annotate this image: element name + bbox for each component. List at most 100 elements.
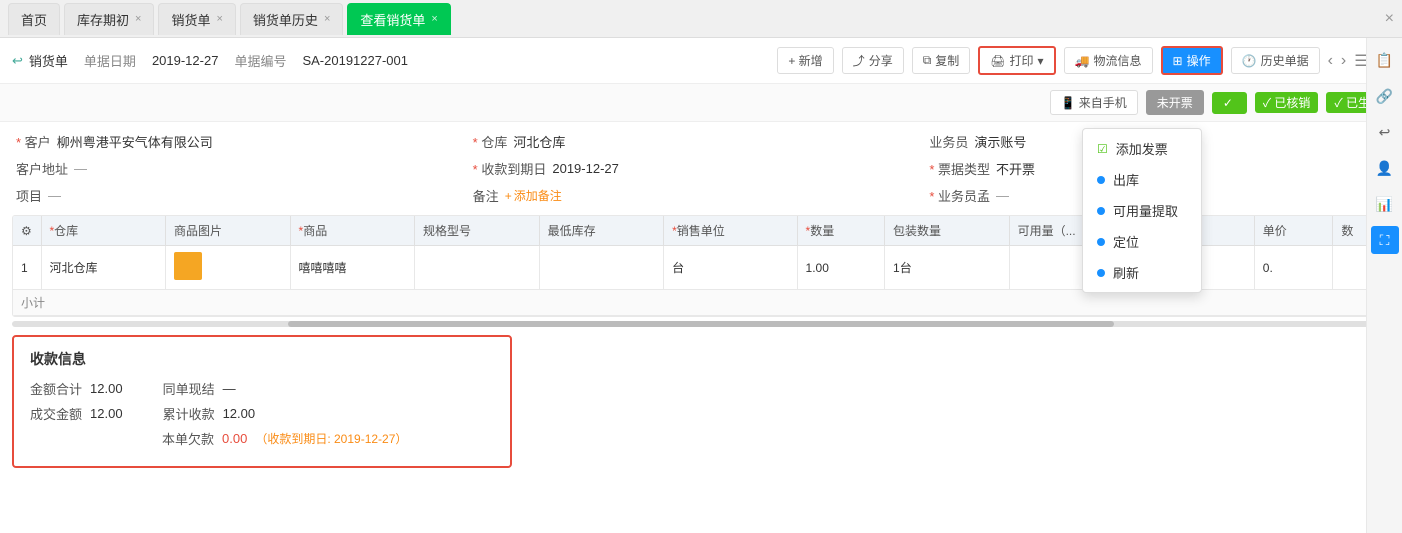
tab-inventory[interactable]: 库存期初 × bbox=[64, 3, 154, 35]
row-img bbox=[166, 246, 291, 290]
copy-button[interactable]: ⧉ 复制 bbox=[912, 47, 971, 74]
payment-row-2: 成交金额 12.00 累计收款 12.00 bbox=[30, 404, 494, 423]
row-seq: 1 bbox=[13, 246, 41, 290]
tab-inventory-close[interactable]: × bbox=[135, 13, 141, 25]
accumulated-label: 累计收款 bbox=[163, 404, 215, 423]
not-open-button[interactable]: 未开票 bbox=[1146, 90, 1204, 115]
add-invoice-label: 添加发票 bbox=[1116, 139, 1168, 158]
doc-type-label: 销货单 bbox=[29, 51, 68, 70]
row-price: 0. bbox=[1254, 246, 1333, 290]
sidebar-icon-6[interactable]: ⛶ bbox=[1371, 226, 1399, 254]
doc-meta: 单据日期 2019-12-27 单据编号 SA-20191227-001 bbox=[84, 51, 408, 70]
col-price: 单价 bbox=[1254, 216, 1333, 246]
add-note-icon: + bbox=[505, 189, 512, 203]
transaction-label: 成交金额 bbox=[30, 404, 82, 423]
amount-value: 12.00 bbox=[90, 381, 123, 396]
tab-inventory-label: 库存期初 bbox=[77, 10, 129, 29]
tab-view-sales[interactable]: 查看销货单 × bbox=[347, 3, 450, 35]
refresh-item[interactable]: 刷新 bbox=[1083, 257, 1201, 288]
subtotal-row: 小计 bbox=[13, 290, 1389, 316]
add-note-button[interactable]: + 添加备注 bbox=[505, 187, 562, 204]
payment-date-value: 2019-12-27 bbox=[552, 161, 929, 176]
from-phone-label: 来自手机 bbox=[1079, 94, 1127, 111]
tab-home[interactable]: 首页 bbox=[8, 3, 60, 35]
close-window-icon[interactable]: × bbox=[1385, 10, 1394, 28]
warehouse-value: 河北仓库 bbox=[513, 132, 929, 151]
amount-item: 金额合计 12.00 bbox=[30, 379, 123, 398]
locate-item[interactable]: 定位 bbox=[1083, 226, 1201, 257]
sidebar-icon-1[interactable]: 📋 bbox=[1371, 46, 1399, 74]
operations-button[interactable]: ⊞ 操作 bbox=[1161, 46, 1223, 75]
scroll-thumb[interactable] bbox=[288, 321, 1115, 327]
refresh-label: 刷新 bbox=[1113, 263, 1139, 282]
copy-label: 复制 bbox=[935, 52, 959, 69]
transaction-value: 12.00 bbox=[90, 406, 123, 421]
sidebar-icon-5[interactable]: 📊 bbox=[1371, 190, 1399, 218]
amount-label: 金额合计 bbox=[30, 379, 82, 398]
tab-sales-history-close[interactable]: × bbox=[324, 13, 330, 25]
same-order-item: 同单现结 — bbox=[163, 379, 236, 398]
outbound-item[interactable]: 出库 bbox=[1083, 164, 1201, 195]
dot-icon2 bbox=[1097, 207, 1105, 215]
col-unit: *销售单位 bbox=[664, 216, 797, 246]
warehouse-field: 仓库 河北仓库 bbox=[473, 132, 930, 151]
from-phone-button[interactable]: 📱 来自手机 bbox=[1050, 90, 1138, 115]
sidebar-icon-3[interactable]: ↩ bbox=[1371, 118, 1399, 146]
same-order-value: — bbox=[223, 381, 236, 396]
new-button[interactable]: + 新增 bbox=[777, 47, 833, 74]
tab-view-sales-label: 查看销货单 bbox=[360, 10, 425, 29]
check-icon: ✓ bbox=[1263, 96, 1271, 110]
main-content: ↩ 销货单 单据日期 2019-12-27 单据编号 SA-20191227-0… bbox=[0, 38, 1402, 533]
operations-dropdown: ☑ 添加发票 出库 可用量提取 定位 刷新 bbox=[1082, 128, 1202, 293]
print-button[interactable]: 🖨 打印 ▾ bbox=[978, 46, 1055, 75]
doc-number-value: SA-20191227-001 bbox=[302, 53, 408, 68]
row-pack-qty: 1台 bbox=[885, 246, 1010, 290]
outbound-label: 出库 bbox=[1113, 170, 1139, 189]
right-sidebar: 📋 🔗 ↩ 👤 📊 ⛶ bbox=[1366, 38, 1402, 533]
nav-next-icon[interactable]: › bbox=[1341, 52, 1346, 70]
locate-label: 定位 bbox=[1113, 232, 1139, 251]
check-icon: ☑ bbox=[1097, 142, 1108, 156]
print-dropdown-arrow: ▾ bbox=[1038, 54, 1044, 68]
add-invoice-item[interactable]: ☑ 添加发票 bbox=[1083, 133, 1201, 164]
tab-home-label: 首页 bbox=[21, 10, 47, 29]
project-value: — bbox=[48, 188, 473, 203]
tab-sales-close[interactable]: × bbox=[216, 13, 222, 25]
doc-type-icon: ↩ bbox=[12, 53, 23, 69]
scroll-hint[interactable] bbox=[12, 321, 1390, 327]
note-field: 备注 + 添加备注 bbox=[473, 186, 930, 205]
dot-icon4 bbox=[1097, 269, 1105, 277]
note-label: 备注 bbox=[473, 186, 499, 205]
address-value: — bbox=[74, 161, 473, 176]
available-qty-label: 可用量提取 bbox=[1113, 201, 1178, 220]
share-label: 分享 bbox=[869, 52, 893, 69]
row-min-stock bbox=[539, 246, 664, 290]
tab-bar: 首页 库存期初 × 销货单 × 销货单历史 × 查看销货单 × × bbox=[0, 0, 1402, 38]
payment-date-field: 收款到期日 2019-12-27 bbox=[473, 159, 930, 178]
confirm-button[interactable]: ✓ bbox=[1212, 92, 1247, 114]
doc-number-label: 单据编号 bbox=[234, 51, 286, 70]
confirm-icon: ✓ bbox=[1223, 96, 1233, 110]
tab-sales-history[interactable]: 销货单历史 × bbox=[240, 3, 343, 35]
accumulated-value: 12.00 bbox=[223, 406, 256, 421]
payment-date-label: 收款到期日 bbox=[473, 159, 547, 178]
col-gear[interactable]: ⚙ bbox=[13, 216, 41, 246]
payment-row-1: 金额合计 12.00 同单现结 — bbox=[30, 379, 494, 398]
ticket-type-label: 票据类型 bbox=[929, 159, 990, 178]
share-button[interactable]: ⤴ 分享 bbox=[842, 47, 904, 74]
product-image bbox=[174, 252, 202, 280]
project-field: 项目 — bbox=[16, 186, 473, 205]
history-label: 历史单据 bbox=[1261, 52, 1309, 69]
sidebar-icon-2[interactable]: 🔗 bbox=[1371, 82, 1399, 110]
tab-sales[interactable]: 销货单 × bbox=[158, 3, 235, 35]
col-warehouse: *仓库 bbox=[41, 216, 166, 246]
col-product: *商品 bbox=[290, 216, 415, 246]
sidebar-icon-4[interactable]: 👤 bbox=[1371, 154, 1399, 182]
nav-prev-icon[interactable]: ‹ bbox=[1328, 52, 1333, 70]
doc-date-label: 单据日期 bbox=[84, 51, 136, 70]
tab-view-sales-close[interactable]: × bbox=[431, 13, 437, 25]
available-qty-item[interactable]: 可用量提取 bbox=[1083, 195, 1201, 226]
history-button[interactable]: 🕐 历史单据 bbox=[1231, 47, 1320, 74]
operations-icon: ⊞ bbox=[1173, 54, 1183, 68]
logistics-button[interactable]: 🚚 物流信息 bbox=[1064, 47, 1153, 74]
